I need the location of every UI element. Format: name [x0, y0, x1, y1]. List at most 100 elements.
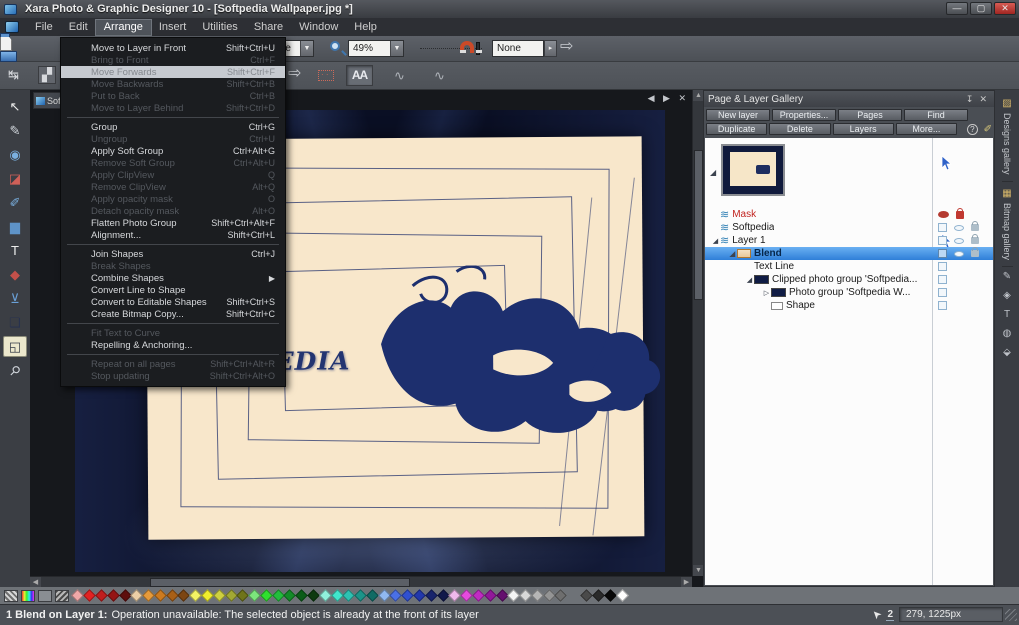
- blend-profile-icon[interactable]: [318, 70, 334, 81]
- color-swatch[interactable]: [106, 589, 120, 602]
- color-swatch[interactable]: [554, 589, 568, 602]
- close-button[interactable]: ✕: [994, 2, 1016, 15]
- layer-row-text-line[interactable]: Text Line: [705, 260, 993, 273]
- color-swatch[interactable]: [318, 589, 332, 602]
- color-swatch[interactable]: [483, 589, 497, 602]
- color-swatch[interactable]: [592, 589, 605, 602]
- lock-icon[interactable]: [971, 234, 979, 244]
- menu-item-join-shapes[interactable]: Join Shapes Ctrl+J: [61, 248, 285, 260]
- menu-item-create-bitmap-copy-[interactable]: Create Bitmap Copy... Shift+Ctrl+C: [61, 308, 285, 320]
- tab-close-icon[interactable]: ✕: [678, 93, 689, 103]
- style-dropdown[interactable]: None: [492, 40, 544, 57]
- horizontal-scrollbar[interactable]: ◀ ▶: [30, 576, 692, 587]
- maximize-button[interactable]: ▢: [970, 2, 992, 15]
- menu-item-remove-clipview[interactable]: Remove ClipView Alt+Q: [61, 181, 285, 193]
- layer-row-photo-group-softpedia-w-[interactable]: ▷ Photo group 'Softpedia W...: [705, 286, 993, 299]
- line-gallery-icon[interactable]: ✎: [1003, 267, 1011, 286]
- direction-arrow-icon[interactable]: ⇨: [288, 66, 301, 82]
- menu-item-stop-updating[interactable]: Stop updating Shift+Ctrl+Alt+O: [61, 370, 285, 382]
- shadow-tool[interactable]: ❏: [3, 312, 27, 333]
- photo-tool[interactable]: ◉: [3, 144, 27, 165]
- color-swatch[interactable]: [424, 589, 438, 602]
- page-expand-icon[interactable]: ◢: [710, 168, 716, 177]
- tab-next-icon[interactable]: ▶: [663, 93, 673, 103]
- scroll-up-icon[interactable]: ▲: [693, 90, 703, 101]
- menu-item-remove-soft-group[interactable]: Remove Soft Group Ctrl+Alt+U: [61, 157, 285, 169]
- menu-item-move-to-layer-in-front[interactable]: Move to Layer in Front Shift+Ctrl+U: [61, 42, 285, 54]
- menu-item-combine-shapes[interactable]: Combine Shapes ▶: [61, 272, 285, 284]
- visibility-icon[interactable]: [938, 211, 949, 218]
- color-swatch[interactable]: [95, 589, 108, 602]
- color-swatch[interactable]: [354, 589, 368, 602]
- zoom-icon[interactable]: [330, 41, 340, 51]
- color-swatch[interactable]: [460, 589, 474, 602]
- edit-state-icon[interactable]: [938, 275, 947, 284]
- edit-state-icon[interactable]: [938, 249, 947, 258]
- new-document-icon[interactable]: [0, 36, 12, 51]
- color-swatch[interactable]: [615, 589, 629, 602]
- color-swatch[interactable]: [260, 589, 273, 602]
- collapsed-icon[interactable]: ▷: [762, 289, 771, 297]
- menu-item-apply-clipview[interactable]: Apply ClipView Q: [61, 169, 285, 181]
- blend-tool[interactable]: ◱: [3, 336, 27, 357]
- pushpin-icon[interactable]: ✐: [984, 124, 992, 135]
- more--button[interactable]: More...: [895, 123, 957, 135]
- menu-item-fit-text-to-curve[interactable]: Fit Text to Curve: [61, 327, 285, 339]
- layer-row-softpedia[interactable]: ≋ Softpedia: [705, 221, 993, 234]
- no-color-icon[interactable]: [4, 589, 18, 602]
- color-swatch[interactable]: [366, 589, 379, 602]
- shape-editor-tool[interactable]: ✎: [3, 120, 27, 141]
- expanded-icon[interactable]: ◢: [711, 237, 720, 245]
- color-swatch[interactable]: [248, 589, 261, 602]
- chevron-down-icon[interactable]: ▼: [390, 41, 403, 56]
- snap-magnet-icon[interactable]: [460, 41, 482, 53]
- zoom-tool[interactable]: ⚲: [3, 360, 27, 381]
- clipart-gallery-icon[interactable]: ◍: [1003, 324, 1012, 343]
- menu-item-flatten-photo-group[interactable]: Flatten Photo Group Shift+Ctrl+Alt+F: [61, 217, 285, 229]
- delete-button[interactable]: Delete: [769, 123, 831, 135]
- menu-item-ungroup[interactable]: Ungroup Ctrl+U: [61, 133, 285, 145]
- menu-help[interactable]: Help: [346, 20, 385, 35]
- document-tab[interactable]: Softp: [33, 92, 63, 109]
- layer-row-shape[interactable]: Shape: [705, 299, 993, 312]
- color-swatch[interactable]: [201, 589, 214, 602]
- edit-state-icon[interactable]: [938, 236, 947, 245]
- scroll-left-icon[interactable]: ◀: [30, 577, 41, 587]
- apply-arrow-icon[interactable]: ⇨: [560, 39, 573, 55]
- menu-item-move-to-layer-behind[interactable]: Move to Layer Behind Shift+Ctrl+D: [61, 102, 285, 114]
- vertical-scroll-thumb[interactable]: [694, 150, 703, 300]
- menu-item-put-to-back[interactable]: Put to Back Ctrl+B: [61, 90, 285, 102]
- menu-item-move-backwards[interactable]: Move Backwards Shift+Ctrl+B: [61, 78, 285, 90]
- edit-state-icon[interactable]: [938, 223, 947, 232]
- color-swatch[interactable]: [603, 589, 617, 602]
- color-swatch[interactable]: [413, 589, 426, 602]
- menu-item-convert-to-editable-shapes[interactable]: Convert to Editable Shapes Shift+Ctrl+S: [61, 296, 285, 308]
- chevron-down-icon[interactable]: ▼: [300, 41, 313, 56]
- app-menu-icon[interactable]: [5, 21, 19, 33]
- edit-state-icon[interactable]: [938, 262, 947, 271]
- help-icon[interactable]: ?: [967, 123, 978, 135]
- find-button[interactable]: Find: [904, 109, 968, 121]
- duplicate-button[interactable]: Duplicate: [706, 123, 768, 135]
- layer-row-blend[interactable]: ◢ Blend: [705, 247, 993, 260]
- text-tool[interactable]: T: [3, 240, 27, 261]
- fonts-gallery-icon[interactable]: T: [1004, 305, 1010, 324]
- erase-tool[interactable]: ◪: [3, 168, 27, 189]
- edit-state-icon[interactable]: [938, 288, 947, 297]
- blend-steps-icon[interactable]: ▞: [38, 66, 56, 84]
- page-thumbnail[interactable]: [721, 144, 785, 196]
- menu-share[interactable]: Share: [246, 20, 291, 35]
- zoom-level-dropdown[interactable]: 49% ▼: [348, 40, 404, 57]
- color-swatch[interactable]: [153, 589, 167, 602]
- expanded-icon[interactable]: ◢: [728, 250, 737, 258]
- tab-prev-icon[interactable]: ◀: [648, 93, 658, 103]
- menu-item-repelling-anchoring-[interactable]: Repelling & Anchoring...: [61, 339, 285, 351]
- color-swatch[interactable]: [472, 589, 485, 602]
- style-spin-button[interactable]: ▸: [544, 40, 557, 57]
- menu-insert[interactable]: Insert: [151, 20, 195, 35]
- color-swatch[interactable]: [142, 589, 155, 602]
- color-swatch[interactable]: [307, 589, 320, 602]
- color-editor-icon[interactable]: [21, 589, 35, 602]
- resize-grip-icon[interactable]: [1005, 609, 1017, 621]
- menu-window[interactable]: Window: [291, 20, 346, 35]
